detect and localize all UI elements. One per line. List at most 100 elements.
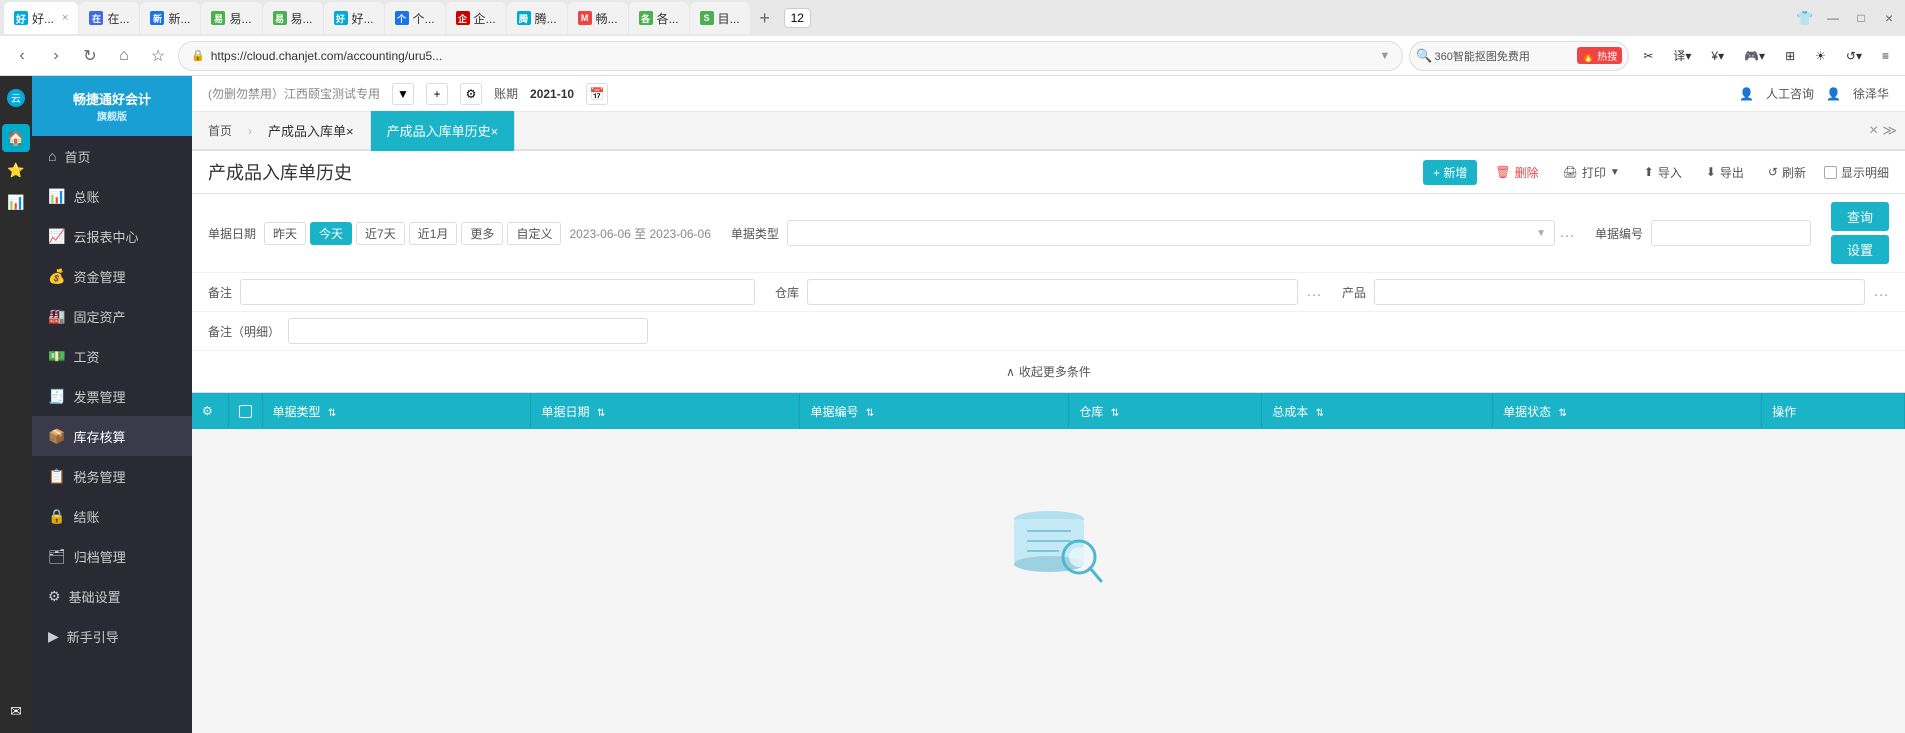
th-type[interactable]: 单据类型 ⇅ xyxy=(262,393,531,429)
tab-7[interactable]: 企 企... xyxy=(446,2,506,34)
tab-9[interactable]: 腾 腾... xyxy=(507,2,567,34)
date-yesterday-btn[interactable]: 昨天 xyxy=(264,222,306,245)
voucher-filter-input[interactable] xyxy=(1651,220,1811,246)
tab-parent[interactable]: 产成品入库单× xyxy=(252,111,371,151)
calendar-btn[interactable]: 📅 xyxy=(586,83,608,105)
sidebar-item-archive[interactable]: 🗂 归档管理 xyxy=(32,536,192,576)
tab-active[interactable]: 好 好... × xyxy=(4,2,78,34)
breadcrumb-home[interactable]: 首页 xyxy=(192,122,248,139)
icon-sidebar-chart[interactable]: 📊 xyxy=(2,188,30,216)
tab-6[interactable]: 个 个... xyxy=(385,2,445,34)
sidebar-item-settlement[interactable]: 🔒 结账 xyxy=(32,496,192,536)
close-panel-btn[interactable]: × xyxy=(1869,122,1878,140)
close-window-btn[interactable]: × xyxy=(1877,6,1901,30)
icon-sidebar-email[interactable]: ✉ xyxy=(2,697,30,725)
tab-11[interactable]: 各 各... xyxy=(629,2,689,34)
query-btn[interactable]: 查询 xyxy=(1831,202,1889,231)
sidebar-item-home[interactable]: ⌂ 首页 xyxy=(32,136,192,176)
panel-arrow-btn[interactable]: ≫ xyxy=(1882,122,1897,139)
th-settings[interactable]: ⚙ xyxy=(192,393,228,429)
product-filter-input[interactable] xyxy=(1374,279,1865,305)
shirt-icon[interactable]: 👕 xyxy=(1793,6,1817,30)
back-btn[interactable]: ‹ xyxy=(8,42,36,70)
tab-close-btn[interactable]: × xyxy=(62,12,68,24)
collapse-btn[interactable]: ∧ 收起更多条件 xyxy=(994,359,1103,384)
warehouse-filter-input[interactable] xyxy=(807,279,1298,305)
delete-btn[interactable]: 🗑 删除 xyxy=(1489,160,1544,185)
settings-account-btn[interactable]: ⚙ xyxy=(460,83,482,105)
scissors-tool[interactable]: ✂ xyxy=(1635,42,1661,70)
tab-1-label: 在... xyxy=(107,10,129,27)
tab-3[interactable]: 易 易... xyxy=(201,2,261,34)
sidebar-item-fund[interactable]: 💰 资金管理 xyxy=(32,256,192,296)
show-detail-checkbox[interactable] xyxy=(1824,166,1837,179)
show-detail-toggle[interactable]: 显示明细 xyxy=(1824,164,1889,181)
minimize-btn[interactable]: — xyxy=(1821,6,1845,30)
sidebar-item-new-voucher[interactable]: ▶ 新手引导 xyxy=(32,616,192,656)
filter-settings-btn[interactable]: 设置 xyxy=(1831,235,1889,264)
brightness-tool[interactable]: ☀ xyxy=(1807,42,1834,70)
date-custom-btn[interactable]: 自定义 xyxy=(507,222,561,245)
tab-10[interactable]: M 畅... xyxy=(568,2,628,34)
sidebar-item-basic[interactable]: ⚙ 基础设置 xyxy=(32,576,192,616)
ai-service-label[interactable]: 人工咨询 xyxy=(1766,85,1814,102)
refresh-btn[interactable]: ↺ 刷新 xyxy=(1762,160,1812,185)
sidebar-item-tax[interactable]: 📋 税务管理 xyxy=(32,456,192,496)
type-filter-select[interactable]: ▼ xyxy=(787,220,1555,246)
th-number[interactable]: 单据编号 ⇅ xyxy=(800,393,1069,429)
th-checkbox[interactable] xyxy=(228,393,262,429)
note-detail-filter-input[interactable] xyxy=(288,318,648,344)
sidebar-item-invoice[interactable]: 🧾 发票管理 xyxy=(32,376,192,416)
sidebar-item-fixed-asset[interactable]: 🏭 固定资产 xyxy=(32,296,192,336)
import-btn[interactable]: ⬆ 导入 xyxy=(1638,160,1688,185)
forward-btn[interactable]: › xyxy=(42,42,70,70)
tab-1[interactable]: 在 在... xyxy=(79,2,139,34)
icon-sidebar-home[interactable]: 🏠 xyxy=(2,124,30,152)
icon-sidebar-logo[interactable]: 云 xyxy=(2,84,30,112)
home-browser-btn[interactable]: ⌂ xyxy=(110,42,138,70)
th-date[interactable]: 单据日期 ⇅ xyxy=(531,393,800,429)
yuan-tool[interactable]: ¥▾ xyxy=(1703,42,1732,70)
date-more-btn[interactable]: 更多 xyxy=(461,222,503,245)
company-dropdown-btn[interactable]: ▼ xyxy=(392,83,414,105)
th-status[interactable]: 单据状态 ⇅ xyxy=(1493,393,1762,429)
sidebar-item-payroll[interactable]: 💵 工资 xyxy=(32,336,192,376)
tab-5[interactable]: 好 好... xyxy=(324,2,384,34)
note-filter-input[interactable] xyxy=(240,279,755,305)
tab-current[interactable]: 产成品入库单历史× xyxy=(371,111,516,151)
bookmark-btn[interactable]: ☆ xyxy=(144,42,172,70)
sidebar-item-inventory[interactable]: 📦 库存核算 xyxy=(32,416,192,456)
product-more-btn[interactable]: … xyxy=(1873,283,1889,301)
sidebar-item-general[interactable]: 📊 总账 xyxy=(32,176,192,216)
warehouse-more-btn[interactable]: … xyxy=(1306,283,1322,301)
select-all-checkbox[interactable] xyxy=(239,405,252,418)
tab-4[interactable]: 易 易... xyxy=(263,2,323,34)
refresh-browser-btn[interactable]: ↻ xyxy=(76,42,104,70)
date-today-btn[interactable]: 今天 xyxy=(310,222,352,245)
sidebar-item-cloud-report[interactable]: 📈 云报表中心 xyxy=(32,216,192,256)
date-7days-btn[interactable]: 近7天 xyxy=(356,222,405,245)
icon-sidebar-star[interactable]: ⭐ xyxy=(2,156,30,184)
grid-tool[interactable]: ⊞ xyxy=(1777,42,1803,70)
maximize-btn[interactable]: □ xyxy=(1849,6,1873,30)
add-btn[interactable]: + 新增 xyxy=(1423,160,1477,185)
username[interactable]: 徐泽华 xyxy=(1853,85,1889,102)
th-total-cost[interactable]: 总成本 ⇅ xyxy=(1262,393,1493,429)
date-1month-btn[interactable]: 近1月 xyxy=(409,222,458,245)
th-warehouse[interactable]: 仓库 ⇅ xyxy=(1069,393,1262,429)
new-tab-btn[interactable]: + xyxy=(751,4,779,32)
hot-search-badge[interactable]: 🔥 热搜 xyxy=(1577,47,1622,64)
tab-12[interactable]: S 目... xyxy=(690,2,750,34)
export-btn[interactable]: ⬇ 导出 xyxy=(1700,160,1750,185)
more-tool[interactable]: ≡ xyxy=(1874,42,1897,70)
add-company-btn[interactable]: + xyxy=(426,83,448,105)
game-tool[interactable]: 🎮▾ xyxy=(1736,42,1773,70)
address-bar[interactable]: 🔒 https://cloud.chanjet.com/accounting/u… xyxy=(178,41,1403,71)
translate-tool[interactable]: 译▾ xyxy=(1665,42,1699,70)
search-bar[interactable]: 🔍 360智能抠图免费用 🔥 热搜 xyxy=(1409,41,1629,71)
type-filter-more-btn[interactable]: … xyxy=(1559,224,1575,242)
print-btn[interactable]: 🖨 打印 ▼ xyxy=(1557,160,1626,185)
undo-tool[interactable]: ↺▾ xyxy=(1838,42,1870,70)
tab-2[interactable]: 新 新... xyxy=(140,2,200,34)
address-expand-btn[interactable]: ▼ xyxy=(1379,50,1390,62)
